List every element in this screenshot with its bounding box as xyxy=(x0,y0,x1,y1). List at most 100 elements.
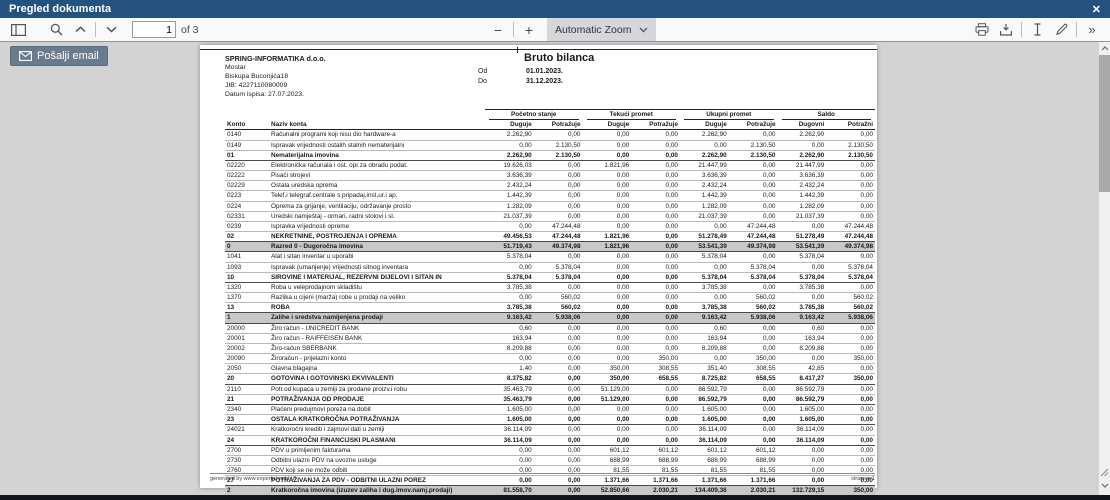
cell-value: 49.374,98 xyxy=(728,241,778,253)
cell-naziv: Telef.i telegraf.centrale s pripadaj.ins… xyxy=(269,190,485,202)
cell-value: 36.114,09 xyxy=(485,434,534,446)
group-header: Ukupni promet xyxy=(680,109,778,121)
zoom-in-button[interactable]: + xyxy=(517,20,541,40)
cell-value: 5.938,06 xyxy=(826,312,875,324)
cell-value: 0,00 xyxy=(826,343,875,355)
cell-value: 0,00 xyxy=(533,363,583,375)
cell-value: 350,00 xyxy=(582,363,632,375)
cell-naziv: Računalni programi koji nisu dio hardwar… xyxy=(269,129,485,141)
column-header: Potražuje xyxy=(631,120,680,131)
cell-value: 53.541,39 xyxy=(680,241,729,253)
table-row: 0 Razred 0 - Dugoročna imovina 51.719,43 49… xyxy=(225,241,875,253)
scrollbar-thumb[interactable] xyxy=(1099,55,1110,192)
cell-value: 0,00 xyxy=(485,262,534,273)
cell-value: 2.262,90 xyxy=(777,129,827,141)
toolbar-overflow-button[interactable]: » xyxy=(1080,20,1104,40)
cell-value: 0,00 xyxy=(680,292,729,304)
column-header: Potražni xyxy=(826,120,875,131)
cell-value: 688,99 xyxy=(680,455,729,467)
previous-page-icon[interactable] xyxy=(68,20,92,40)
cell-value: 0,00 xyxy=(485,353,534,365)
table-row: 23 OSTALA KRATKOROČNA POTRAŽIVANJA 1.605,0… xyxy=(225,414,875,426)
cell-value: 21.037,39 xyxy=(485,211,534,222)
close-icon[interactable]: ✕ xyxy=(1092,3,1101,16)
next-page-icon[interactable] xyxy=(99,20,123,40)
cell-value: 0,00 xyxy=(728,434,778,446)
zoom-out-button[interactable]: − xyxy=(486,20,510,40)
cell-value: 5.938,06 xyxy=(533,312,583,324)
cell-naziv: Ispravak (umanjenje) vrijednosti sitnog … xyxy=(269,262,485,273)
scroll-down-icon[interactable] xyxy=(1099,479,1110,492)
sidebar-toggle-icon[interactable] xyxy=(6,20,30,40)
cell-value: 1.605,00 xyxy=(485,404,534,416)
cell-value: 0,00 xyxy=(728,424,778,436)
cell-value: 0,00 xyxy=(485,445,534,456)
balance-table-wrap: Početno stanje Tekući promet Ukupni promet… xyxy=(225,109,875,497)
cell-value: 350,00 xyxy=(826,353,875,365)
search-icon[interactable] xyxy=(44,20,68,40)
cell-value: 1.605,00 xyxy=(777,414,827,426)
cell-konto: 1 xyxy=(225,312,269,324)
pdf-toolbar: of 3 − + Automatic Zoom » xyxy=(0,18,1110,42)
cell-value: 47.244,48 xyxy=(533,221,583,233)
cell-value: 601,12 xyxy=(680,445,729,456)
cell-value: 49.374,98 xyxy=(826,241,875,253)
cell-naziv: SIROVINE I MATERIJAL, REZERVNI DIJELOVI … xyxy=(269,271,485,283)
cell-value: 0,00 xyxy=(533,373,583,385)
cell-value: 0,00 xyxy=(631,333,680,344)
cell-value: 0,00 xyxy=(826,201,875,212)
text-selection-icon[interactable] xyxy=(1025,20,1049,40)
table-row: 02 NEKRETNINE, POSTROJENJA I OPREMA 49.456… xyxy=(225,231,875,243)
cell-value: 0,00 xyxy=(533,282,583,294)
cell-value: 2.130,50 xyxy=(728,149,778,161)
cell-value: 0,00 xyxy=(631,211,680,222)
cell-naziv: Žiroračun - prijelazni konto xyxy=(269,353,485,365)
column-header: Duguje xyxy=(680,120,729,131)
cell-value: 0,00 xyxy=(728,180,778,192)
column-header: Konto xyxy=(225,120,269,131)
group-header: Početno stanje xyxy=(485,109,583,121)
cell-value: 0,00 xyxy=(631,149,680,161)
cell-naziv: KRATKOROČNI FINANCIJSKI PLASMANI xyxy=(269,434,485,446)
print-icon[interactable] xyxy=(970,20,994,40)
cell-value: 21.447,99 xyxy=(777,160,827,172)
cell-value: 0,00 xyxy=(533,323,583,334)
horizontal-scrollbar[interactable] xyxy=(0,495,1110,500)
cell-value: 163,94 xyxy=(485,333,534,344)
cell-naziv: Kratkoročni krediti i zajmovi dati u zem… xyxy=(269,424,485,436)
cell-value: 2.262,90 xyxy=(680,149,729,161)
cell-value: 0,00 xyxy=(533,129,583,141)
cell-value: 0,00 xyxy=(826,393,875,405)
cell-naziv: PDV u primljenim fakturama xyxy=(269,445,485,456)
cell-value: 0,00 xyxy=(631,302,680,314)
cell-value: 36.114,09 xyxy=(680,434,729,446)
table-row: 0149 Ispravak vrijednosti ostalih stalnih… xyxy=(225,140,875,151)
resize-grip-icon[interactable] xyxy=(1100,468,1109,477)
cell-value: 0,00 xyxy=(582,180,632,192)
cell-value: 560,02 xyxy=(826,292,875,304)
cell-value: 601,12 xyxy=(631,445,680,456)
page-number-input[interactable] xyxy=(132,21,176,38)
cell-value: 0,00 xyxy=(631,434,680,446)
draw-pencil-icon[interactable] xyxy=(1049,20,1073,40)
cell-value: 0,00 xyxy=(680,353,729,365)
cell-value: 5.378,04 xyxy=(728,271,778,283)
table-row: 0239 Ispravka vrijednosti opreme 0,00 47.24… xyxy=(225,221,875,233)
cell-value: 86.592,79 xyxy=(680,384,729,395)
cell-value: 688,99 xyxy=(582,455,632,467)
zoom-select[interactable]: Automatic Zoom xyxy=(547,18,657,41)
cell-value: 0,00 xyxy=(631,251,680,263)
cell-value: 0,00 xyxy=(680,140,729,151)
cell-value: 0,00 xyxy=(533,343,583,355)
scroll-up-icon[interactable] xyxy=(1099,42,1110,55)
cell-konto: 1370 xyxy=(225,292,269,304)
table-row: 20001 Žiro račun - RAIFFEISEN BANK 163,94 0… xyxy=(225,333,875,344)
cell-value: 0,00 xyxy=(533,393,583,405)
cell-value: 0,00 xyxy=(485,292,534,304)
cell-value: 0,00 xyxy=(631,180,680,192)
send-email-button[interactable]: Pošalji email xyxy=(10,46,108,66)
cell-value: 0,00 xyxy=(582,434,632,446)
download-icon[interactable] xyxy=(994,20,1018,40)
vertical-scrollbar[interactable] xyxy=(1099,42,1110,495)
company-name: SPRING-INFORMATIKA d.o.o. xyxy=(225,54,326,63)
